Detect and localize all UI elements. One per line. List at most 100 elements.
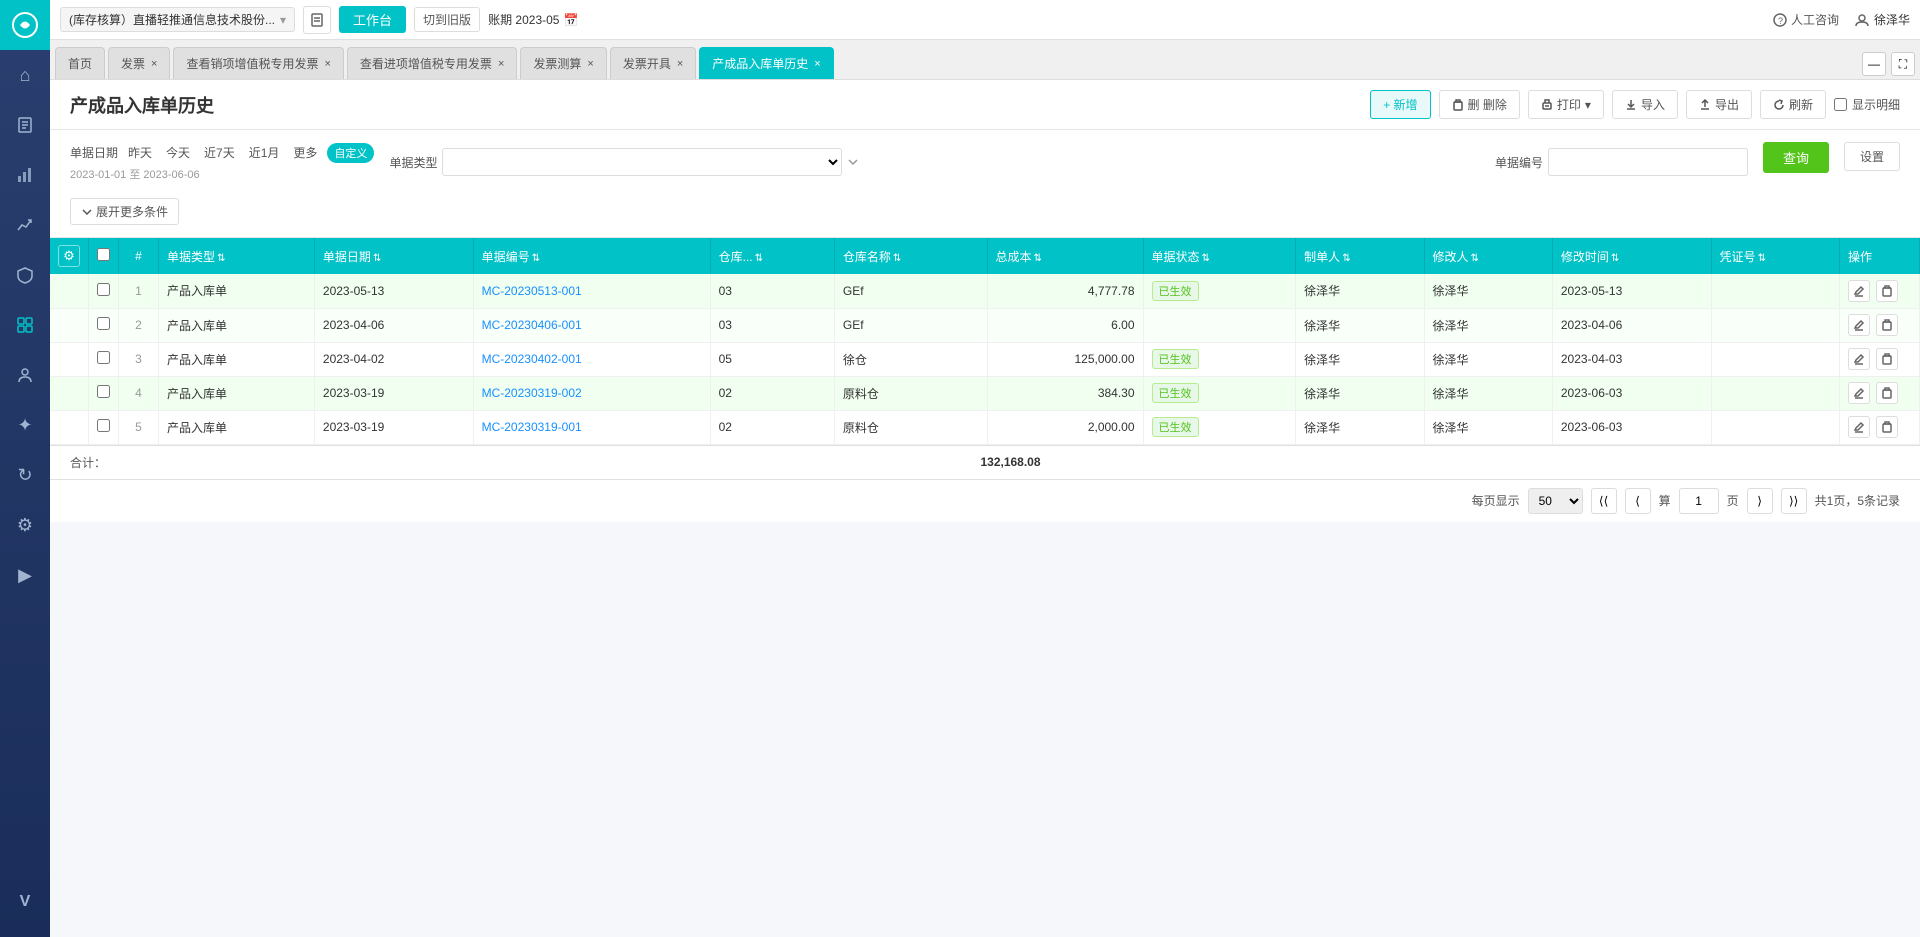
row-checkbox[interactable] <box>97 351 110 364</box>
tab-maximize-button[interactable]: ⛶ <box>1891 52 1915 76</box>
tab-issue[interactable]: 发票开具 × <box>610 47 696 79</box>
row-code-link[interactable]: MC-20230319-001 <box>482 420 582 434</box>
sidebar-item-docs[interactable] <box>0 100 50 150</box>
page-first-button[interactable]: ⟨⟨ <box>1591 488 1617 514</box>
row-checkbox[interactable] <box>97 317 110 330</box>
page-next-button[interactable]: ⟩ <box>1747 488 1773 514</box>
type-filter-select[interactable] <box>442 148 842 176</box>
tab-sales-vat-close[interactable]: × <box>324 58 330 70</box>
col-voucher-header[interactable]: 凭证号⇅ <box>1711 238 1839 274</box>
page-prev-button[interactable]: ⟨ <box>1625 488 1651 514</box>
row-code-link[interactable]: MC-20230406-001 <box>482 318 582 332</box>
row-checkbox-cell[interactable] <box>89 274 119 308</box>
tab-invoice[interactable]: 发票 × <box>108 47 170 79</box>
row-delete-button[interactable] <box>1876 416 1898 438</box>
row-code[interactable]: MC-20230402-001 <box>473 342 710 376</box>
row-code[interactable]: MC-20230319-002 <box>473 376 710 410</box>
col-modify-time-header[interactable]: 修改时间⇅ <box>1552 238 1711 274</box>
row-edit-button[interactable] <box>1848 314 1870 336</box>
sidebar-item-settings[interactable]: ⚙ <box>0 500 50 550</box>
sidebar-item-play[interactable]: ▶ <box>0 550 50 600</box>
setting-button[interactable]: 设置 <box>1844 142 1900 171</box>
app-logo[interactable] <box>0 0 50 50</box>
switch-version-button[interactable]: 切到旧版 <box>414 7 480 32</box>
sidebar-item-home[interactable]: ⌂ <box>0 50 50 100</box>
col-total-cost-header[interactable]: 总成本⇅ <box>987 238 1143 274</box>
date-more[interactable]: 更多 <box>289 142 321 163</box>
display-toggle-checkbox[interactable] <box>1834 98 1847 111</box>
per-page-select[interactable]: 50 100 <box>1528 488 1583 514</box>
user-profile[interactable]: 徐泽华 <box>1854 11 1910 28</box>
col-type-header[interactable]: 单据类型⇅ <box>159 238 315 274</box>
sidebar-item-refresh[interactable]: ↻ <box>0 450 50 500</box>
tab-product-in[interactable]: 产成品入库单历史 × <box>699 47 833 79</box>
row-checkbox[interactable] <box>97 385 110 398</box>
col-settings[interactable]: ⚙ <box>50 238 89 274</box>
tab-input-vat-close[interactable]: × <box>498 58 504 70</box>
col-warehouse-code-header[interactable]: 仓库...⇅ <box>710 238 834 274</box>
import-button[interactable]: 导入 <box>1612 90 1678 119</box>
row-code[interactable]: MC-20230513-001 <box>473 274 710 308</box>
new-button[interactable]: + 新增 <box>1370 90 1430 119</box>
tab-calc-close[interactable]: × <box>587 58 593 70</box>
row-checkbox-cell[interactable] <box>89 308 119 342</box>
row-delete-button[interactable] <box>1876 314 1898 336</box>
sidebar-item-chart[interactable] <box>0 150 50 200</box>
page-last-button[interactable]: ⟩⟩ <box>1781 488 1807 514</box>
expand-filter-button[interactable]: 展开更多条件 <box>70 198 179 225</box>
col-date-header[interactable]: 单据日期⇅ <box>314 238 473 274</box>
col-modifier-header[interactable]: 修改人⇅ <box>1424 238 1552 274</box>
tab-input-vat[interactable]: 查看进项增值税专用发票 × <box>347 47 517 79</box>
row-code[interactable]: MC-20230319-001 <box>473 410 710 444</box>
col-checkbox-all[interactable] <box>89 238 119 274</box>
row-code-link[interactable]: MC-20230513-001 <box>482 284 582 298</box>
select-all-checkbox[interactable] <box>97 248 110 261</box>
print-button[interactable]: 打印 ▾ <box>1528 90 1604 119</box>
code-filter-input[interactable] <box>1548 148 1748 176</box>
sidebar-item-stamp[interactable]: ✦ <box>0 400 50 450</box>
page-number-input[interactable] <box>1679 488 1719 514</box>
row-code-link[interactable]: MC-20230319-002 <box>482 386 582 400</box>
row-edit-button[interactable] <box>1848 280 1870 302</box>
row-edit-button[interactable] <box>1848 348 1870 370</box>
row-code-link[interactable]: MC-20230402-001 <box>482 352 582 366</box>
help-button[interactable]: ? 人工咨询 <box>1773 11 1839 28</box>
sidebar-item-grid[interactable] <box>0 300 50 350</box>
sidebar-item-person[interactable] <box>0 350 50 400</box>
tab-home[interactable]: 首页 <box>55 47 105 79</box>
row-delete-button[interactable] <box>1876 382 1898 404</box>
workspace-button[interactable]: 工作台 <box>339 6 406 33</box>
row-edit-button[interactable] <box>1848 416 1870 438</box>
date-custom-badge[interactable]: 自定义 <box>327 143 374 163</box>
refresh-button[interactable]: 刷新 <box>1760 90 1826 119</box>
date-1month[interactable]: 近1月 <box>245 142 284 163</box>
row-checkbox[interactable] <box>97 283 110 296</box>
query-button[interactable]: 查询 <box>1763 142 1829 173</box>
row-checkbox-cell[interactable] <box>89 410 119 444</box>
tab-issue-close[interactable]: × <box>677 58 683 70</box>
tab-minimize-button[interactable]: — <box>1862 52 1886 76</box>
row-delete-button[interactable] <box>1876 280 1898 302</box>
sidebar-item-v[interactable]: V <box>0 877 50 927</box>
sidebar-item-analytics[interactable] <box>0 200 50 250</box>
date-7days[interactable]: 近7天 <box>200 142 239 163</box>
row-checkbox-cell[interactable] <box>89 376 119 410</box>
tab-invoice-close[interactable]: × <box>151 58 157 70</box>
date-today[interactable]: 今天 <box>162 142 194 163</box>
tab-sales-vat[interactable]: 查看销项增值税专用发票 × <box>173 47 343 79</box>
row-code[interactable]: MC-20230406-001 <box>473 308 710 342</box>
delete-button[interactable]: 删 删除 <box>1439 90 1520 119</box>
row-checkbox[interactable] <box>97 419 110 432</box>
col-warehouse-name-header[interactable]: 仓库名称⇅ <box>834 238 987 274</box>
row-edit-button[interactable] <box>1848 382 1870 404</box>
date-yesterday[interactable]: 昨天 <box>124 142 156 163</box>
col-settings-icon[interactable]: ⚙ <box>58 245 80 267</box>
col-code-header[interactable]: 单据编号⇅ <box>473 238 710 274</box>
col-creator-header[interactable]: 制单人⇅ <box>1296 238 1424 274</box>
export-button[interactable]: 导出 <box>1686 90 1752 119</box>
row-delete-button[interactable] <box>1876 348 1898 370</box>
company-selector[interactable]: (库存核算）直播轻推通信息技术股份... ▾ <box>60 7 295 32</box>
doc-button[interactable] <box>303 6 331 34</box>
tab-product-in-close[interactable]: × <box>814 58 820 70</box>
sidebar-item-shield[interactable] <box>0 250 50 300</box>
